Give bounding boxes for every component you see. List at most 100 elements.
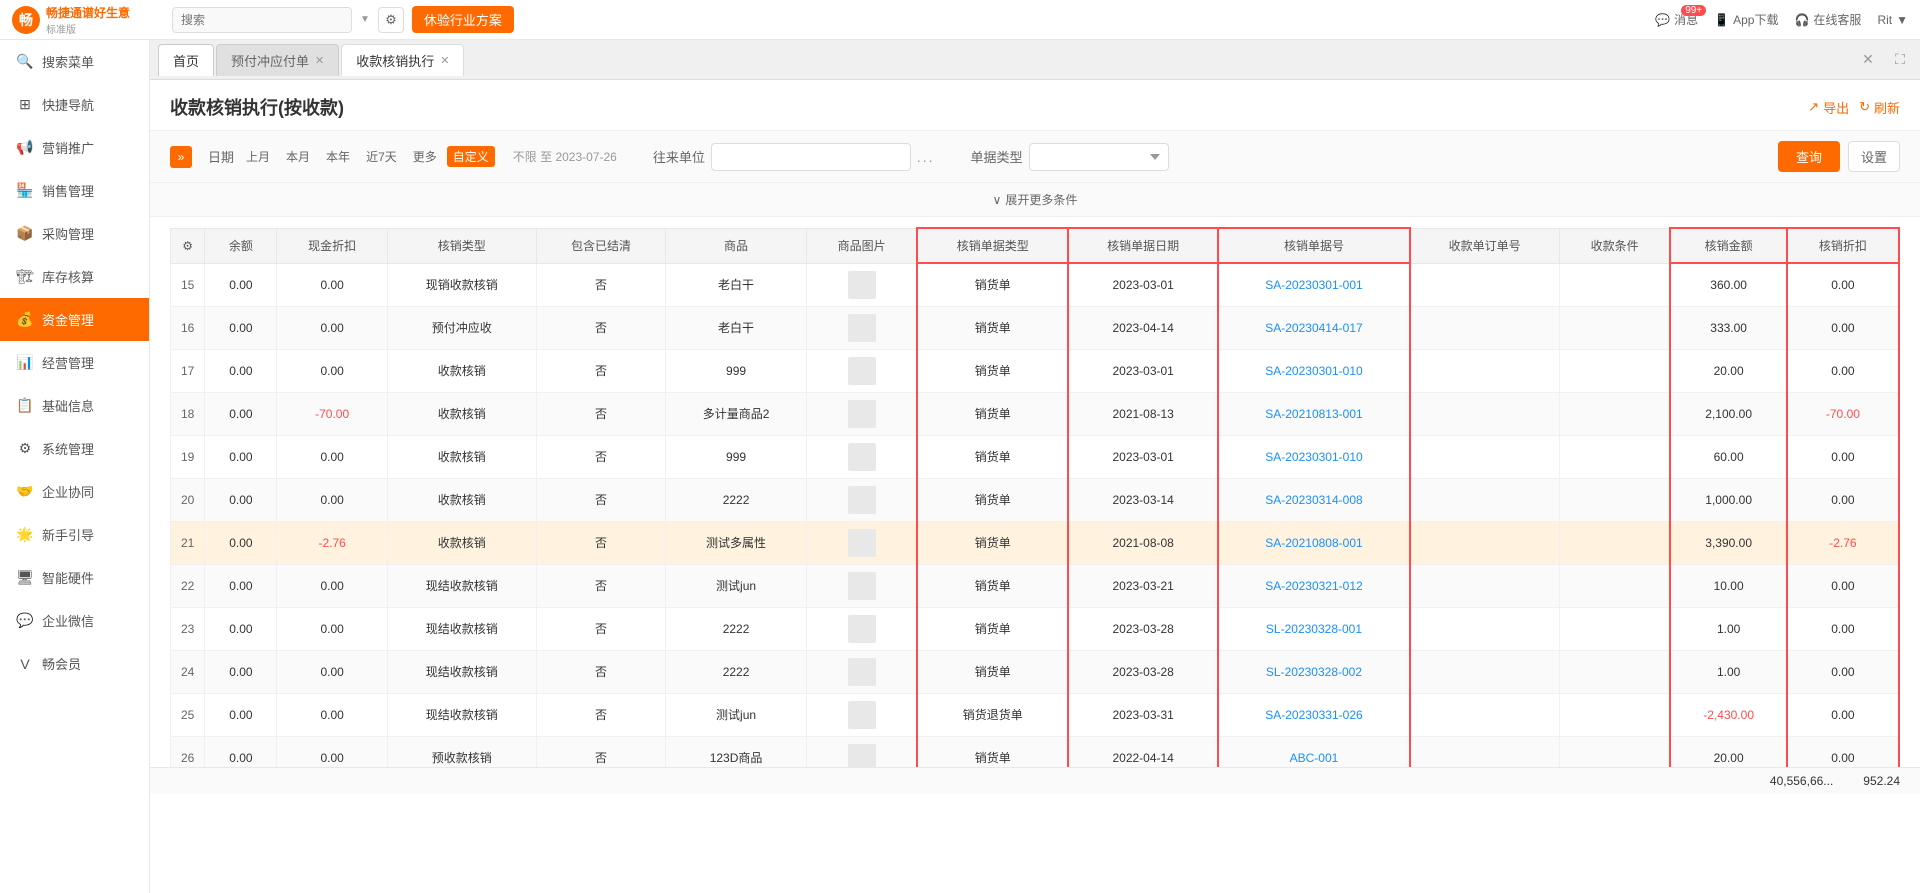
page-header: 收款核销执行(按收款) ↗ 导出 ↻ 刷新 [150,80,1920,131]
dropdown-arrow-icon: ▼ [360,14,370,25]
table-row: 25 0.00 0.00 现结收款核销 否 测试jun 销货退货单 2023-0… [171,693,1900,736]
sidebar-item-inventory[interactable]: 🏗 库存核算 [0,255,149,298]
export-btn[interactable]: ↗ 导出 [1808,98,1849,117]
doctype-filter: 单据类型 [971,143,1169,171]
row-verify-no[interactable]: SA-20230321-012 [1218,564,1409,607]
row-receipt-cond [1559,306,1670,349]
row-cash-discount: 0.00 [277,435,387,478]
sidebar-item-vip[interactable]: V 畅会员 [0,642,149,685]
row-receipt-cond [1559,564,1670,607]
row-verify-no[interactable]: SA-20230314-008 [1218,478,1409,521]
sidebar-item-marketing[interactable]: 📢 营销推广 [0,126,149,169]
industry-btn[interactable]: 休验行业方案 [412,6,514,33]
online-service-btn[interactable]: 🎧 在线客服 [1794,11,1861,28]
tab-close-verify[interactable]: ✕ [440,54,449,67]
tab-prepay[interactable]: 预付冲应付单 ✕ [216,44,339,76]
row-verify-doc-type: 销货单 [917,306,1067,349]
col-settings[interactable]: ⚙ [171,228,205,263]
date-btn-this-month[interactable]: 本月 [280,146,316,167]
row-goods: 测试jun [666,693,806,736]
message-icon: 💬 [1655,13,1670,27]
sidebar-item-operation[interactable]: 📊 经营管理 [0,341,149,384]
row-included: 否 [536,435,666,478]
row-verify-date: 2023-03-28 [1068,607,1218,650]
table-row: 19 0.00 0.00 收款核销 否 999 销货单 2023-03-01 S… [171,435,1900,478]
row-verify-no[interactable]: SA-20210808-001 [1218,521,1409,564]
table-row: 16 0.00 0.00 预付冲应收 否 老白干 销货单 2023-04-14 … [171,306,1900,349]
sidebar-item-finance[interactable]: 💰 资金管理 [0,298,149,341]
row-verify-no[interactable]: ABC-001 [1218,736,1409,767]
doctype-select[interactable] [1029,143,1169,171]
table-row: 20 0.00 0.00 收款核销 否 2222 销货单 2023-03-14 … [171,478,1900,521]
row-verify-date: 2023-03-21 [1068,564,1218,607]
row-id: 26 [171,736,205,767]
tab-home[interactable]: 首页 [158,44,214,76]
date-btn-this-year[interactable]: 本年 [320,146,356,167]
sidebar-item-hardware[interactable]: 🖥 智能硬件 [0,556,149,599]
row-verify-no[interactable]: SL-20230328-001 [1218,607,1409,650]
list-icon: 📋 [16,397,34,415]
partner-dots: ... [917,149,935,165]
col-verify-discount: 核销折扣 [1787,228,1899,263]
tab-close-prepay[interactable]: ✕ [315,54,324,67]
sidebar-item-basic[interactable]: 📋 基础信息 [0,384,149,427]
tab-verify[interactable]: 收款核销执行 ✕ [341,44,464,76]
filter-toggle-btn[interactable]: » [170,146,192,168]
sidebar-item-enterprise[interactable]: 🤝 企业协同 [0,470,149,513]
chevron-down-icon: ∨ [993,193,1002,207]
row-verify-no[interactable]: SA-20230301-001 [1218,263,1409,306]
sidebar-item-newbie[interactable]: 🌟 新手引导 [0,513,149,556]
sidebar-item-search[interactable]: 🔍 搜索菜单 [0,40,149,83]
row-verify-type: 收款核销 [387,521,536,564]
message-btn[interactable]: 💬 消息 99+ [1655,11,1698,28]
money-icon: 💰 [16,311,34,329]
row-id: 24 [171,650,205,693]
row-receipt-cond [1559,736,1670,767]
grid-icon: ⊞ [16,96,34,114]
sidebar-item-purchase[interactable]: 📦 采购管理 [0,212,149,255]
expand-filter-btn[interactable]: ∨ 展开更多条件 [983,187,1088,212]
sidebar-item-quicknav[interactable]: ⊞ 快捷导航 [0,83,149,126]
sidebar-item-sales[interactable]: 🏪 销售管理 [0,169,149,212]
sidebar-item-wechat[interactable]: 💬 企业微信 [0,599,149,642]
date-btn-last-month[interactable]: 上月 [240,146,276,167]
row-goods: 2222 [666,650,806,693]
col-goods: 商品 [666,228,806,263]
row-verify-no[interactable]: SL-20230328-002 [1218,650,1409,693]
settings-gear-btn[interactable]: ⚙ [378,7,404,33]
logo-text: 畅捷通谱好生意 标准版 [46,4,130,36]
row-verify-no[interactable]: SA-20210813-001 [1218,392,1409,435]
sidebar-item-system[interactable]: ⚙ 系统管理 [0,427,149,470]
search-input[interactable] [172,7,352,33]
row-goods-img [806,693,917,736]
app-logo: 畅 畅捷通谱好生意 标准版 [12,4,162,36]
footer-verify-amount: 40,556,66... [1770,774,1833,788]
table-row: 17 0.00 0.00 收款核销 否 999 销货单 2023-03-01 S… [171,349,1900,392]
date-custom-btn[interactable]: 自定义 [447,146,495,167]
row-verify-doc-type: 销货单 [917,564,1067,607]
row-included: 否 [536,650,666,693]
row-goods-img [806,306,917,349]
row-verify-no[interactable]: SA-20230301-010 [1218,349,1409,392]
row-verify-no[interactable]: SA-20230331-026 [1218,693,1409,736]
app-download-btn[interactable]: 📱 App下载 [1714,11,1778,28]
refresh-btn[interactable]: ↻ 刷新 [1859,98,1900,117]
row-goods: 123D商品 [666,736,806,767]
row-verify-no[interactable]: SA-20230414-017 [1218,306,1409,349]
row-balance: 0.00 [205,306,277,349]
row-verify-no[interactable]: SA-20230301-010 [1218,435,1409,478]
vip-icon: V [16,655,34,673]
footer-verify-discount: 952.24 [1863,774,1900,788]
row-receipt-order-no [1410,693,1560,736]
user-menu[interactable]: Rit ▼ [1877,13,1908,27]
tab-close-all-btn[interactable]: ✕ [1856,48,1880,72]
export-icon: ↗ [1808,99,1819,115]
page-content: 收款核销执行(按收款) ↗ 导出 ↻ 刷新 » [150,80,1920,893]
search-icon: 🔍 [16,53,34,71]
date-btn-7days[interactable]: 近7天 [360,146,403,167]
date-btn-more[interactable]: 更多 [407,146,443,167]
filter-settings-btn[interactable]: 设置 [1848,141,1900,172]
partner-input[interactable] [711,143,911,171]
tab-expand-btn[interactable]: ⛶ [1888,48,1912,72]
query-btn[interactable]: 查询 [1778,141,1840,172]
